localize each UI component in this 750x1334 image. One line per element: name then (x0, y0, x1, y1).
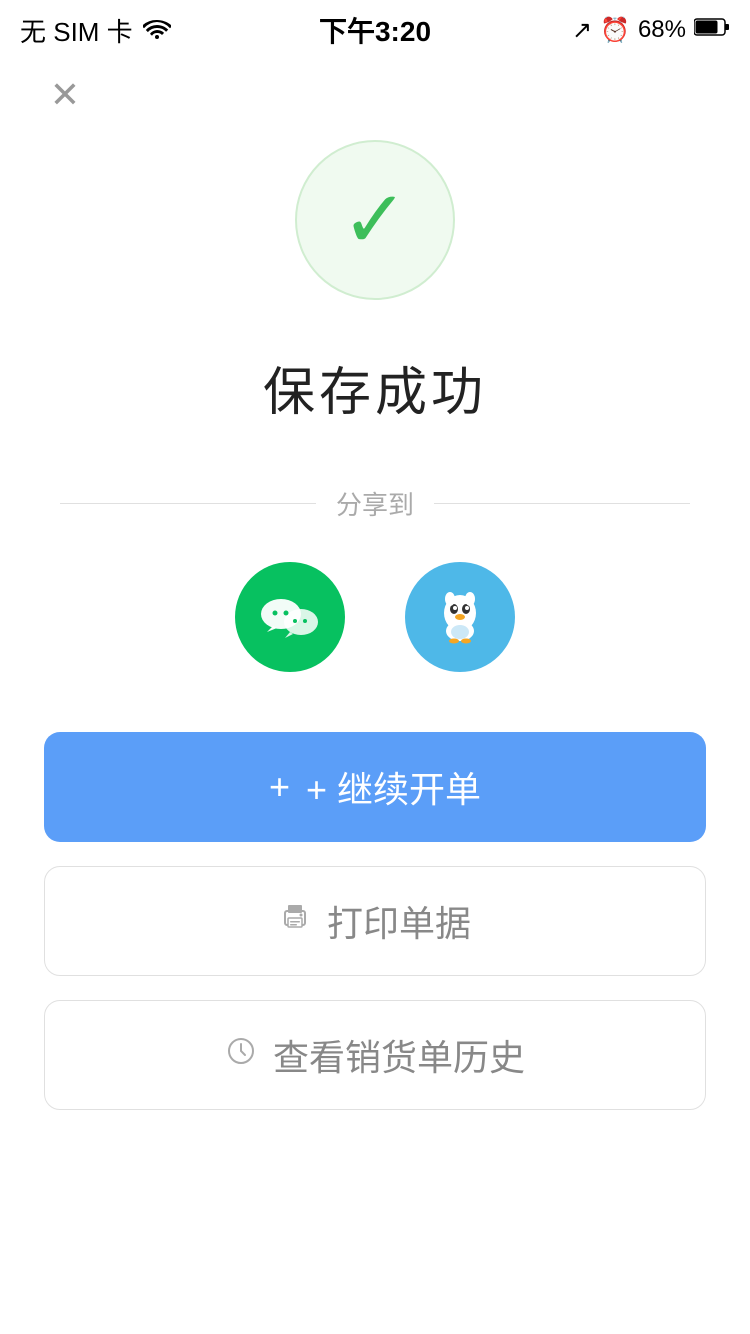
share-icons-row (235, 562, 515, 672)
location-icon: ↗ (572, 16, 592, 45)
main-content: ✓ 保存成功 分享到 (0, 60, 750, 1110)
success-title: 保存成功 (263, 350, 487, 425)
alarm-icon: ⏰ (600, 16, 630, 45)
checkmark-icon: ✓ (341, 180, 408, 260)
history-label: 查看销货单历史 (273, 1029, 525, 1081)
wifi-icon (143, 15, 171, 46)
status-right: ↗ ⏰ 68% (572, 16, 730, 45)
share-label: 分享到 (336, 485, 414, 522)
status-left: 无 SIM 卡 (20, 12, 171, 49)
close-icon: ✕ (50, 77, 80, 113)
sim-status: 无 SIM 卡 (20, 12, 133, 49)
divider-right (434, 503, 690, 504)
history-button[interactable]: 查看销货单历史 (44, 1000, 706, 1110)
status-bar: 无 SIM 卡 下午3:20 ↗ ⏰ 68% (0, 0, 750, 60)
battery-percent: 68% (638, 16, 686, 44)
plus-icon: + (269, 766, 290, 808)
clock-icon (225, 1035, 257, 1075)
print-label: 打印单据 (327, 895, 471, 947)
continue-label: + 继续开单 (306, 761, 481, 813)
continue-button[interactable]: + + 继续开单 (44, 732, 706, 842)
print-button[interactable]: 打印单据 (44, 866, 706, 976)
qq-share-button[interactable] (405, 562, 515, 672)
status-time: 下午3:20 (319, 10, 431, 50)
battery-icon (694, 16, 730, 44)
divider-row: 分享到 (0, 485, 750, 522)
buttons-section: + + 继续开单 打印单据 (0, 732, 750, 1110)
wechat-share-button[interactable] (235, 562, 345, 672)
printer-icon (279, 901, 311, 941)
success-circle: ✓ (295, 140, 455, 300)
close-button[interactable]: ✕ (40, 70, 90, 120)
share-section: 分享到 (0, 485, 750, 672)
divider-left (60, 503, 316, 504)
